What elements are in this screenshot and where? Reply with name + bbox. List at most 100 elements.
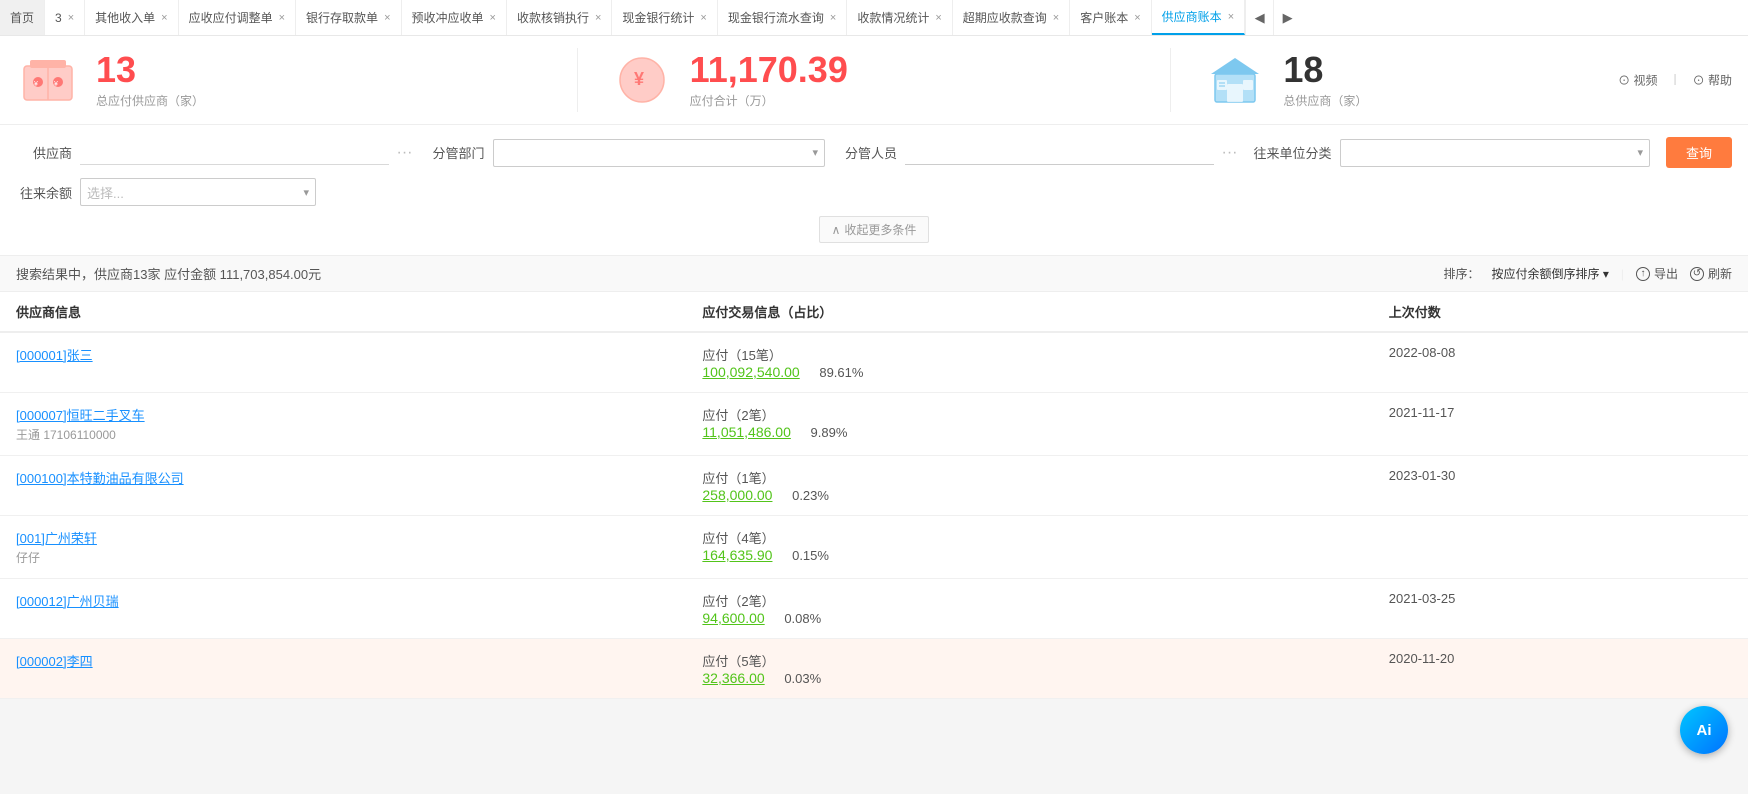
trans-amount-link[interactable]: 32,366.00	[702, 670, 764, 686]
trans-percent: 0.15%	[792, 548, 829, 563]
sort-chevron-icon: ▾	[1603, 267, 1609, 281]
nav-cash-stats[interactable]: 现金银行统计 ×	[612, 0, 717, 35]
video-link[interactable]: ⊙ 视频	[1618, 72, 1657, 89]
refresh-icon: ↺	[1690, 267, 1704, 281]
stat-label-1: 总应付供应商（家）	[96, 92, 204, 109]
last-date-cell: 2022-08-08	[1389, 345, 1732, 360]
close-icon[interactable]: ×	[935, 12, 941, 24]
close-icon[interactable]: ×	[384, 12, 390, 24]
stat-number-1: 13	[96, 52, 204, 88]
col-header-supplier: 供应商信息	[16, 302, 702, 321]
collapse-button[interactable]: ∧ 收起更多条件	[819, 216, 930, 243]
supplier-cell: [000012]广州贝瑞	[16, 591, 702, 610]
last-date-cell: 2020-11-20	[1389, 651, 1732, 666]
supplier-link[interactable]: [000012]广州贝瑞	[16, 594, 119, 609]
table-body: [000001]张三 应付（15笔） 100,092,540.00 89.61%…	[0, 333, 1748, 699]
trans-amount-row: 32,366.00 0.03%	[702, 670, 1388, 686]
supplier-field: 供应商 ···	[16, 141, 413, 165]
ai-button[interactable]: Ai	[1680, 706, 1728, 754]
nav-bank-deposit[interactable]: 银行存取款单 ×	[296, 0, 401, 35]
person-input[interactable]	[905, 141, 1214, 165]
export-button[interactable]: ↑ 导出	[1636, 265, 1678, 282]
trans-percent: 0.03%	[784, 671, 821, 686]
dept-select[interactable]: ▾	[493, 139, 826, 167]
supplier-cell: [000100]本特勤油品有限公司	[16, 468, 702, 487]
table-row: [001]广州荣轩 仔仔 应付（4笔） 164,635.90 0.15%	[0, 516, 1748, 579]
supplier-sub-info: 仔仔	[16, 549, 702, 566]
table-row: [000002]李四 应付（5笔） 32,366.00 0.03% 2020-1…	[0, 639, 1748, 699]
supplier-link[interactable]: [000002]李四	[16, 654, 93, 669]
header-stats: ¥ ¥ 13 总应付供应商（家） ¥ 11,170.39 应付合计（万）	[0, 36, 1748, 125]
nav-tab-3[interactable]: 3 ×	[45, 0, 85, 35]
trans-amount-link[interactable]: 100,092,540.00	[702, 364, 799, 380]
trans-amount-link[interactable]: 94,600.00	[702, 610, 764, 626]
dept-field: 分管部门 ▾	[429, 139, 826, 167]
transaction-cell: 应付（5笔） 32,366.00 0.03%	[702, 651, 1388, 686]
trans-amount-link[interactable]: 258,000.00	[702, 487, 772, 503]
close-icon[interactable]: ×	[1053, 12, 1059, 24]
export-icon: ↑	[1636, 267, 1650, 281]
category-select[interactable]: ▾	[1340, 139, 1650, 167]
store-icon	[1203, 48, 1267, 112]
trans-amount-link[interactable]: 164,635.90	[702, 547, 772, 563]
supplier-link[interactable]: [000001]张三	[16, 348, 93, 363]
supplier-link[interactable]: [000100]本特勤油品有限公司	[16, 471, 184, 486]
nav-collection[interactable]: 收款核销执行 ×	[507, 0, 612, 35]
balance-label: 往来余额	[16, 183, 72, 202]
nav-overdue[interactable]: 超期应收款查询 ×	[953, 0, 1070, 35]
nav-next-arrow[interactable]: ▶	[1273, 0, 1301, 35]
table-row: [000001]张三 应付（15笔） 100,092,540.00 89.61%…	[0, 333, 1748, 393]
person-more-icon[interactable]: ···	[1222, 144, 1238, 162]
close-icon[interactable]: ×	[1134, 12, 1140, 24]
trans-label: 应付（2笔）	[702, 405, 1388, 424]
nav-cashflow[interactable]: 现金银行流水查询 ×	[718, 0, 847, 35]
supplier-input[interactable]	[80, 141, 389, 165]
close-icon[interactable]: ×	[161, 12, 167, 24]
transaction-cell: 应付（2笔） 11,051,486.00 9.89%	[702, 405, 1388, 440]
trans-amount-row: 94,600.00 0.08%	[702, 610, 1388, 626]
supplier-more-icon[interactable]: ···	[397, 144, 413, 162]
help-link[interactable]: ⊙ 帮助	[1693, 72, 1732, 89]
close-icon[interactable]: ×	[490, 12, 496, 24]
supplier-cell: [000001]张三	[16, 345, 702, 364]
close-icon[interactable]: ×	[68, 12, 74, 24]
trans-label: 应付（2笔）	[702, 591, 1388, 610]
balance-select[interactable]: 选择... ▾	[80, 178, 316, 206]
person-field: 分管人员 ···	[841, 141, 1238, 165]
nav-adjustment[interactable]: 应收应付调整单 ×	[179, 0, 296, 35]
trans-label: 应付（5笔）	[702, 651, 1388, 670]
supplier-cell: [001]广州荣轩 仔仔	[16, 528, 702, 566]
transaction-cell: 应付（1笔） 258,000.00 0.23%	[702, 468, 1388, 503]
close-icon[interactable]: ×	[595, 12, 601, 24]
trans-amount-link[interactable]: 11,051,486.00	[702, 424, 791, 440]
supplier-sub-info: 王通 17106110000	[16, 426, 702, 443]
nav-other-income[interactable]: 其他收入单 ×	[85, 0, 178, 35]
close-icon[interactable]: ×	[1228, 11, 1234, 23]
refresh-button[interactable]: ↺ 刷新	[1690, 265, 1732, 282]
trans-amount-row: 164,635.90 0.15%	[702, 547, 1388, 563]
chevron-down-icon: ▾	[812, 146, 818, 159]
supplier-link[interactable]: [000007]恒旺二手叉车	[16, 408, 145, 423]
supplier-table: 供应商信息 应付交易信息（占比） 上次付数 [000001]张三 应付（15笔）…	[0, 292, 1748, 699]
nav-customer-book[interactable]: 客户账本 ×	[1070, 0, 1151, 35]
balance-placeholder: 选择...	[87, 183, 124, 202]
results-actions: 排序： 按应付余额倒序排序 ▾ | ↑ 导出 ↺ 刷新	[1443, 265, 1732, 282]
total-payable-icon: ¥	[610, 48, 674, 112]
close-icon[interactable]: ×	[830, 12, 836, 24]
results-bar: 搜索结果中，供应商13家 应付金额 111,703,854.00元 排序： 按应…	[0, 256, 1748, 292]
stat-content-2: 11,170.39 应付合计（万）	[690, 52, 848, 109]
nav-supplier-book[interactable]: 供应商账本 ×	[1152, 0, 1245, 35]
transaction-cell: 应付（15笔） 100,092,540.00 89.61%	[702, 345, 1388, 380]
table-row: [000012]广州贝瑞 应付（2笔） 94,600.00 0.08% 2021…	[0, 579, 1748, 639]
nav-prev-arrow[interactable]: ◀	[1245, 0, 1273, 35]
query-button[interactable]: 查询	[1666, 137, 1732, 168]
nav-prepaid[interactable]: 预收冲应收单 ×	[402, 0, 507, 35]
nav-receipt-stats[interactable]: 收款情况统计 ×	[847, 0, 952, 35]
close-icon[interactable]: ×	[279, 12, 285, 24]
trans-percent: 89.61%	[819, 365, 863, 380]
sort-selector[interactable]: 按应付余额倒序排序 ▾	[1491, 265, 1608, 282]
nav-home[interactable]: 首页	[0, 0, 45, 35]
supplier-cell: [000007]恒旺二手叉车 王通 17106110000	[16, 405, 702, 443]
supplier-link[interactable]: [001]广州荣轩	[16, 531, 97, 546]
close-icon[interactable]: ×	[700, 12, 706, 24]
